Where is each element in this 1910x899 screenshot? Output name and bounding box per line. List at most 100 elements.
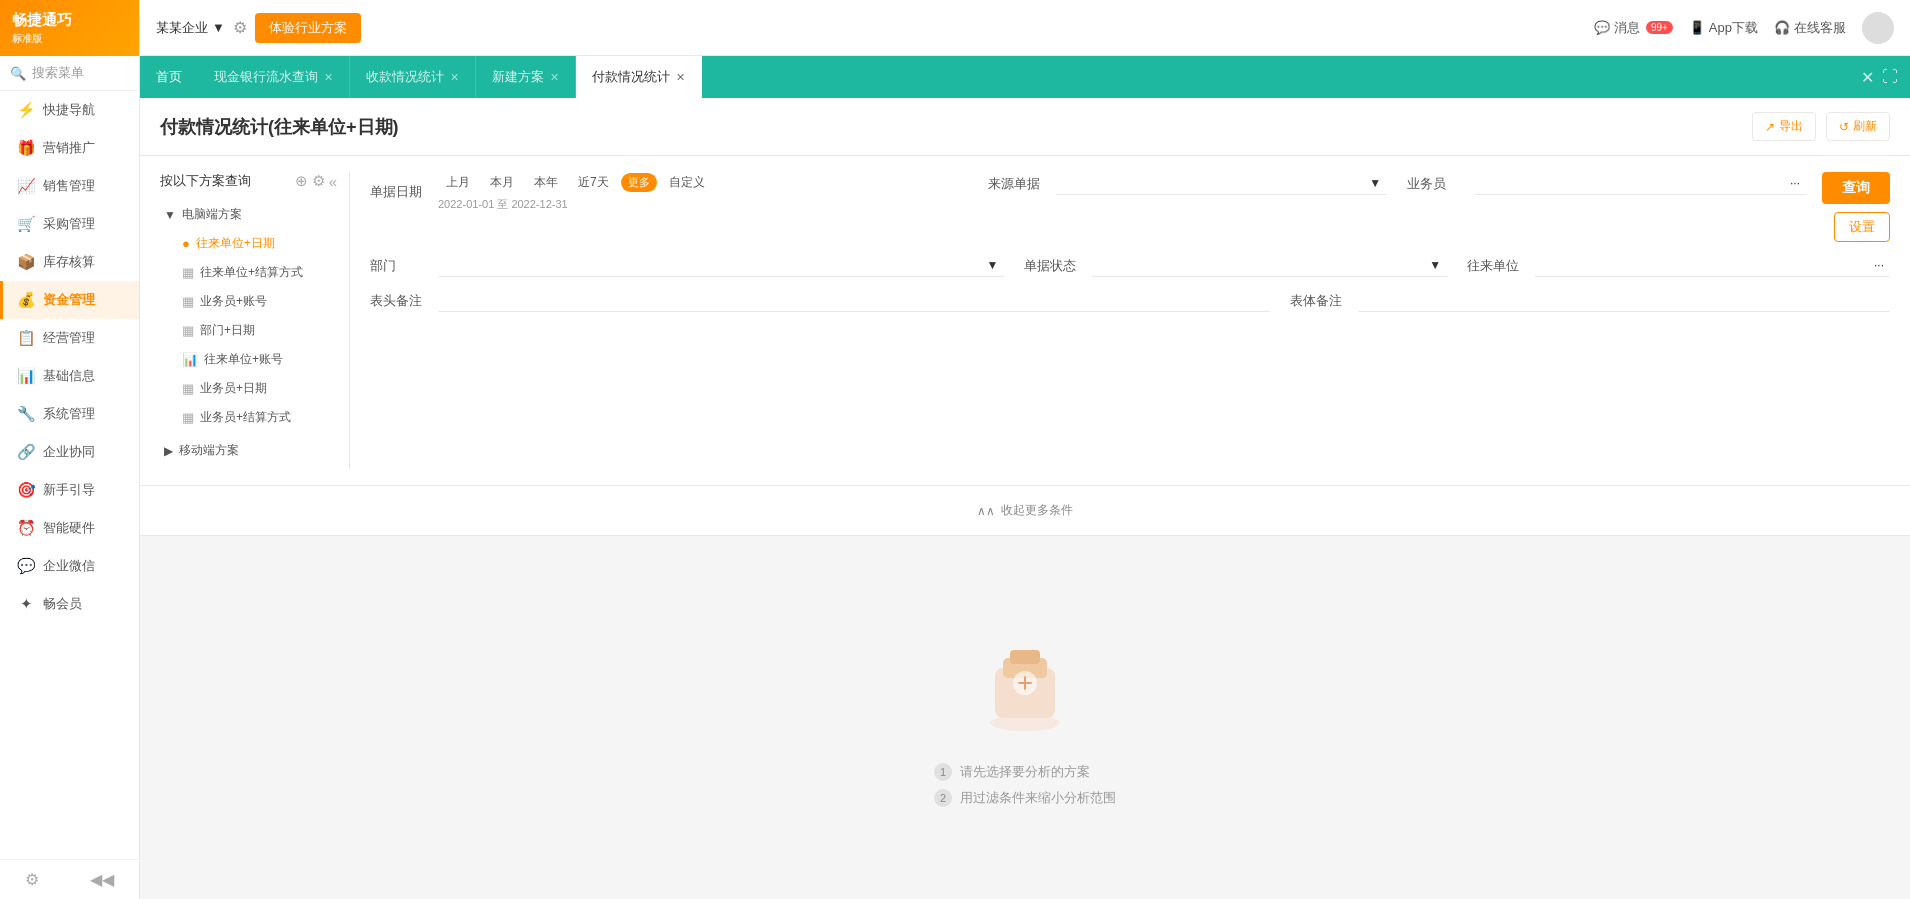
scheme-header-icons: ⊕ ⚙ «: [295, 172, 337, 190]
sidebar-item-guide[interactable]: 🎯 新手引导: [0, 471, 139, 509]
page-title: 付款情况统计(往来单位+日期): [160, 115, 399, 139]
scheme-item-4-label: 往来单位+账号: [204, 351, 283, 368]
settings-footer-icon[interactable]: ⚙: [25, 870, 39, 889]
dept-select[interactable]: ▼: [438, 254, 1004, 277]
trial-button[interactable]: 体验行业方案: [255, 13, 361, 43]
collapse-chevron-icon: ∧∧: [977, 504, 995, 518]
tip-text-1: 请先选择要分析的方案: [960, 763, 1090, 781]
app-download-item[interactable]: 📱 App下载: [1689, 19, 1758, 37]
salesman-select[interactable]: ···: [1475, 172, 1806, 195]
scheme-settings-icon[interactable]: ⚙: [312, 172, 325, 190]
sidebar-item-system[interactable]: 🔧 系统管理: [0, 395, 139, 433]
settings-button[interactable]: 设置: [1834, 212, 1890, 242]
page-content: 付款情况统计(往来单位+日期) ↗ 导出 ↺ 刷新 按以下方案查询 ⊕: [140, 98, 1910, 899]
scheme-item-2-label: 业务员+账号: [200, 293, 267, 310]
tab-payment[interactable]: 付款情况统计 ✕: [576, 56, 702, 98]
tab-home[interactable]: 首页: [140, 56, 198, 98]
date-opt-this-month[interactable]: 本月: [482, 172, 522, 193]
search-icon: 🔍: [10, 66, 26, 81]
topbar-settings-icon[interactable]: ⚙: [233, 18, 247, 37]
sidebar-item-nav[interactable]: ⚡ 快捷导航: [0, 91, 139, 129]
sidebar-item-basic[interactable]: 📊 基础信息: [0, 357, 139, 395]
date-opt-this-year[interactable]: 本年: [526, 172, 566, 193]
scheme-collapse-icon[interactable]: «: [329, 173, 337, 190]
refresh-button[interactable]: ↺ 刷新: [1826, 112, 1890, 141]
sidebar-item-enterprise[interactable]: 🔗 企业协同: [0, 433, 139, 471]
scheme-title: 按以下方案查询: [160, 172, 251, 190]
tab-bank[interactable]: 现金银行流水查询 ✕: [198, 56, 350, 98]
scheme-item-3-icon: ▦: [182, 323, 194, 338]
home-tab-label: 首页: [156, 68, 182, 86]
sales-icon: 📈: [17, 177, 35, 195]
sidebar-item-marketing[interactable]: 🎁 营销推广: [0, 129, 139, 167]
payment-tab-close[interactable]: ✕: [676, 71, 685, 84]
scheme-item-2[interactable]: ▦ 业务员+账号: [176, 287, 337, 316]
svg-rect-3: [1010, 650, 1040, 664]
sidebar-item-operations[interactable]: 📋 经营管理: [0, 319, 139, 357]
payment-tab-label: 付款情况统计: [592, 68, 670, 86]
sidebar-label-sales: 销售管理: [43, 177, 95, 195]
date-opt-last-month[interactable]: 上月: [438, 172, 478, 193]
voucher-status-label: 单据状态: [1024, 257, 1084, 275]
close-all-tabs-icon[interactable]: ✕: [1861, 68, 1874, 87]
tip-num-1: 1: [934, 763, 952, 781]
scheme-item-5[interactable]: ▦ 业务员+日期: [176, 374, 337, 403]
receivable-tab-close[interactable]: ✕: [450, 71, 459, 84]
source-select[interactable]: ▼: [1056, 172, 1387, 195]
sidebar-item-hardware[interactable]: ⏰ 智能硬件: [0, 509, 139, 547]
note-body-input[interactable]: [1358, 289, 1890, 312]
sidebar-item-sales[interactable]: 📈 销售管理: [0, 167, 139, 205]
sidebar-label-hardware: 智能硬件: [43, 519, 95, 537]
scheme-item-0-label: 往来单位+日期: [196, 235, 275, 252]
tab-receivable[interactable]: 收款情况统计 ✕: [350, 56, 476, 98]
sidebar-item-search[interactable]: 🔍 搜索菜单: [0, 56, 139, 91]
source-field: 来源单据 ▼: [988, 172, 1387, 195]
sidebar-item-purchase[interactable]: 🛒 采购管理: [0, 205, 139, 243]
query-row-1: 单据日期 上月 本月 本年 近7天 更多 自定义 2022-01-01 至 20…: [370, 172, 1890, 242]
sidebar-item-member[interactable]: ✦ 畅会员: [0, 585, 139, 623]
scheme-item-1-icon: ▦: [182, 265, 194, 280]
scheme-group-desktop-header[interactable]: ▼ 电脑端方案: [160, 200, 337, 229]
scheme-item-6[interactable]: ▦ 业务员+结算方式: [176, 403, 337, 432]
date-opt-custom[interactable]: 自定义: [661, 172, 713, 193]
tab-new-plan[interactable]: 新建方案 ✕: [476, 56, 576, 98]
date-opt-more[interactable]: 更多: [621, 173, 657, 192]
scheme-group-mobile-header[interactable]: ▶ 移动端方案: [160, 436, 337, 465]
message-item[interactable]: 💬 消息 99+: [1594, 19, 1673, 37]
sidebar-label-marketing: 营销推广: [43, 139, 95, 157]
note-header-input[interactable]: [438, 289, 1270, 312]
new-plan-tab-close[interactable]: ✕: [550, 71, 559, 84]
scheme-add-icon[interactable]: ⊕: [295, 172, 308, 190]
scheme-group-desktop: ▼ 电脑端方案 ● 往来单位+日期 ▦ 往来单位+结算方式 ▦: [160, 200, 337, 432]
message-badge: 99+: [1646, 21, 1673, 34]
org-name: 某某企业: [156, 19, 208, 37]
online-service-item[interactable]: 🎧 在线客服: [1774, 19, 1846, 37]
scheme-item-0[interactable]: ● 往来单位+日期: [176, 229, 337, 258]
refresh-icon: ↺: [1839, 120, 1849, 134]
headset-icon: 🎧: [1774, 20, 1790, 35]
voucher-status-select[interactable]: ▼: [1092, 254, 1447, 277]
tabbar: 首页 现金银行流水查询 ✕ 收款情况统计 ✕ 新建方案 ✕ 付款情况统计 ✕ ✕…: [140, 56, 1910, 98]
counterparty-field: 往来单位 ···: [1467, 254, 1890, 277]
user-avatar[interactable]: [1862, 12, 1894, 44]
scheme-item-1[interactable]: ▦ 往来单位+结算方式: [176, 258, 337, 287]
scheme-item-4[interactable]: 📊 往来单位+账号: [176, 345, 337, 374]
voucher-status-field: 单据状态 ▼: [1024, 254, 1447, 277]
tip-text-2: 用过滤条件来缩小分析范围: [960, 789, 1116, 807]
sidebar-item-inventory[interactable]: 📦 库存核算: [0, 243, 139, 281]
refresh-label: 刷新: [1853, 118, 1877, 135]
org-selector[interactable]: 某某企业 ▼: [156, 19, 225, 37]
collapse-sidebar-icon[interactable]: ◀◀: [90, 870, 114, 889]
topbar-left: 某某企业 ▼ ⚙ 体验行业方案: [156, 13, 1582, 43]
collapse-conditions-btn[interactable]: ∧∧ 收起更多条件: [957, 496, 1093, 525]
scheme-item-3[interactable]: ▦ 部门+日期: [176, 316, 337, 345]
date-opt-7days[interactable]: 近7天: [570, 172, 617, 193]
counterparty-select[interactable]: ···: [1535, 254, 1890, 277]
expand-icon[interactable]: ⛶: [1882, 68, 1898, 86]
export-button[interactable]: ↗ 导出: [1752, 112, 1816, 141]
scheme-item-5-icon: ▦: [182, 381, 194, 396]
sidebar-item-wechat[interactable]: 💬 企业微信: [0, 547, 139, 585]
sidebar-item-finance[interactable]: 💰 资金管理: [0, 281, 139, 319]
query-button[interactable]: 查询: [1822, 172, 1890, 204]
bank-tab-close[interactable]: ✕: [324, 71, 333, 84]
